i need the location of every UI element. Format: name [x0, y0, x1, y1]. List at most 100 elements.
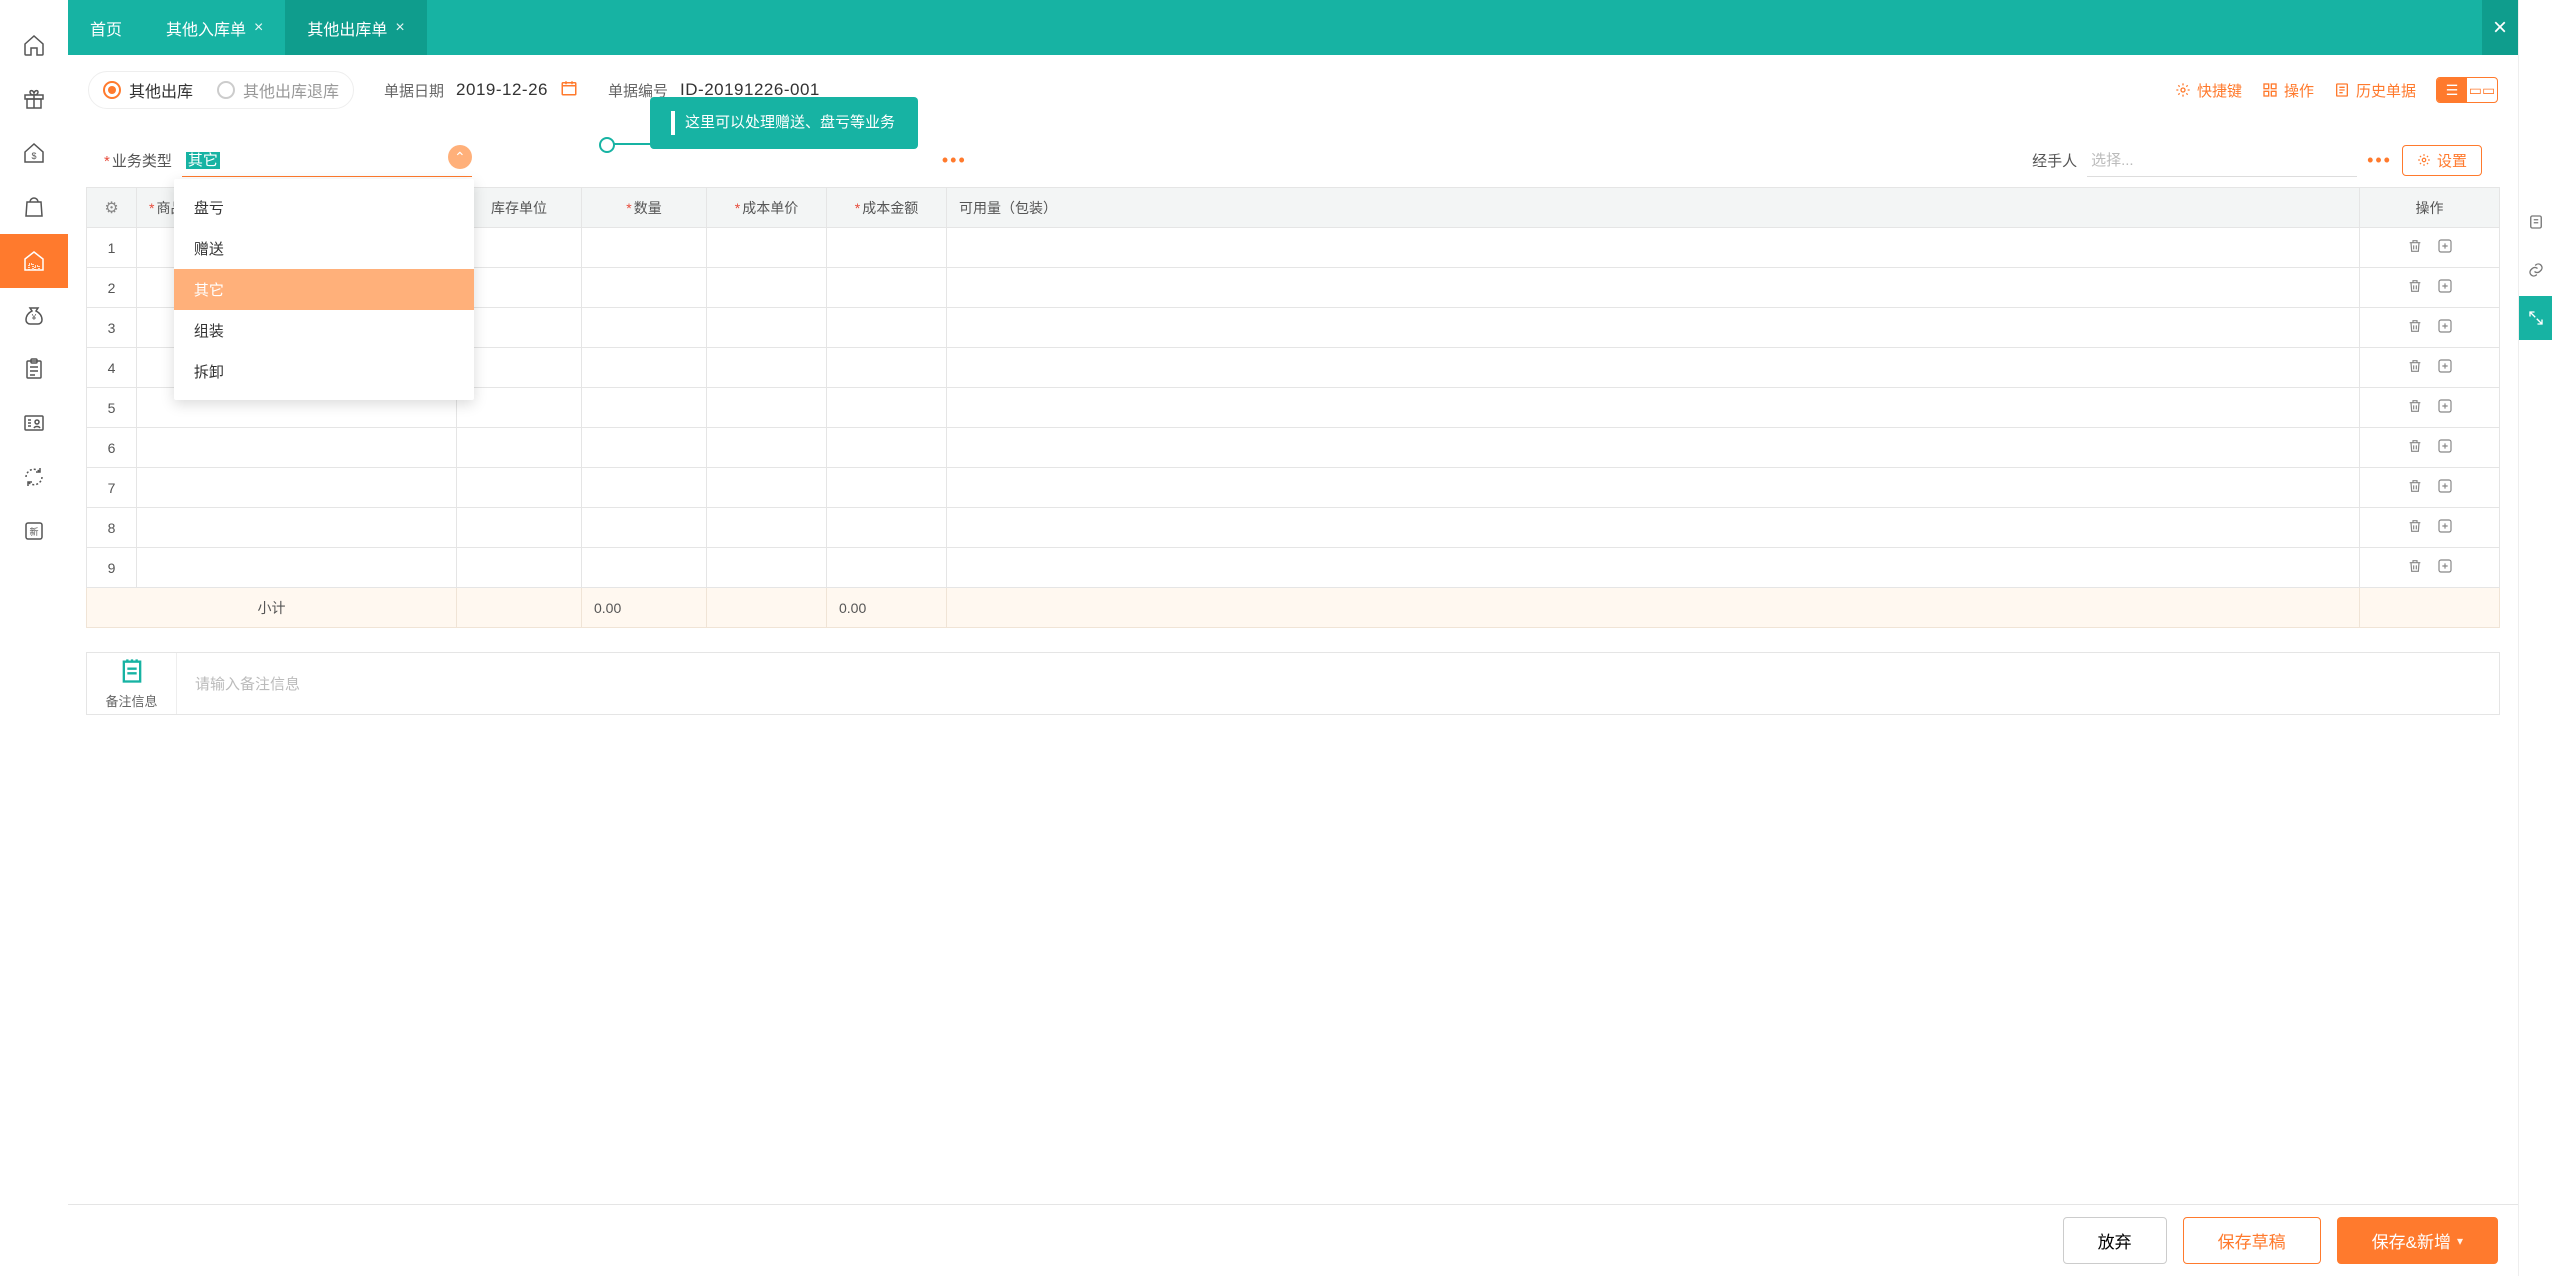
cell-unit[interactable] [457, 508, 582, 548]
save-draft-button[interactable]: 保存草稿 [2183, 1217, 2321, 1264]
nav-new-icon[interactable]: 新 [0, 504, 68, 558]
shortcut-button[interactable]: 快捷键 [2175, 80, 2242, 101]
cell-price[interactable] [707, 388, 827, 428]
table-row[interactable]: 8 [87, 508, 2500, 548]
cell-qty[interactable] [582, 388, 707, 428]
cell-product[interactable] [137, 468, 457, 508]
cell-unit[interactable] [457, 308, 582, 348]
delete-icon[interactable] [2407, 238, 2423, 257]
add-icon[interactable] [2437, 478, 2453, 497]
rail-doc-icon[interactable] [2519, 200, 2552, 244]
cell-price[interactable] [707, 468, 827, 508]
cell-qty[interactable] [582, 468, 707, 508]
cell-amount[interactable] [827, 508, 947, 548]
cell-qty[interactable] [582, 348, 707, 388]
cell-product[interactable] [137, 428, 457, 468]
cell-product[interactable] [137, 508, 457, 548]
nav-dollar-home-icon[interactable]: $ [0, 126, 68, 180]
tab-other-in[interactable]: 其他入库单× [144, 0, 285, 55]
cell-amount[interactable] [827, 348, 947, 388]
settings-button[interactable]: 设置 [2402, 145, 2482, 176]
view-list-icon[interactable]: ☰ [2437, 78, 2467, 102]
add-icon[interactable] [2437, 238, 2453, 257]
cell-unit[interactable] [457, 388, 582, 428]
col-gear[interactable]: ⚙ [87, 188, 137, 228]
operate-button[interactable]: 操作 [2262, 80, 2314, 101]
discard-button[interactable]: 放弃 [2063, 1217, 2167, 1264]
nav-clipboard-icon[interactable] [0, 342, 68, 396]
dropdown-option[interactable]: 其它 [174, 269, 474, 310]
cell-price[interactable] [707, 508, 827, 548]
dropdown-option[interactable]: 拆卸 [174, 351, 474, 392]
add-icon[interactable] [2437, 398, 2453, 417]
dropdown-option[interactable]: 盘亏 [174, 187, 474, 228]
cell-qty[interactable] [582, 508, 707, 548]
more-icon[interactable]: ••• [2367, 150, 2392, 171]
table-row[interactable]: 7 [87, 468, 2500, 508]
cell-qty[interactable] [582, 308, 707, 348]
cell-unit[interactable] [457, 228, 582, 268]
tab-other-out[interactable]: 其他出库单× [285, 0, 426, 55]
cell-unit[interactable] [457, 468, 582, 508]
save-new-button[interactable]: 保存&新增 [2337, 1217, 2498, 1264]
close-icon[interactable]: × [395, 19, 404, 37]
cell-qty[interactable] [582, 428, 707, 468]
radio-other-out-return[interactable]: 其他出库退库 [217, 78, 339, 102]
bill-date-value[interactable]: 2019-12-26 [456, 80, 548, 100]
cell-unit[interactable] [457, 348, 582, 388]
delete-icon[interactable] [2407, 518, 2423, 537]
delete-icon[interactable] [2407, 318, 2423, 337]
cell-price[interactable] [707, 548, 827, 588]
chevron-up-icon[interactable]: ⌃ [448, 145, 472, 169]
delete-icon[interactable] [2407, 358, 2423, 377]
cell-amount[interactable] [827, 428, 947, 468]
nav-contact-card-icon[interactable] [0, 396, 68, 450]
table-row[interactable]: 9 [87, 548, 2500, 588]
cell-unit[interactable] [457, 428, 582, 468]
biz-type-select[interactable]: 其它 ⌃ 盘亏 赠送 其它 组装 拆卸 [182, 143, 472, 177]
cell-price[interactable] [707, 428, 827, 468]
cell-price[interactable] [707, 228, 827, 268]
table-row[interactable]: 6 [87, 428, 2500, 468]
close-all-icon[interactable]: × [2482, 0, 2518, 55]
cell-amount[interactable] [827, 308, 947, 348]
nav-money-bag-icon[interactable]: ¥ [0, 288, 68, 342]
rail-link-icon[interactable] [2519, 248, 2552, 292]
cell-qty[interactable] [582, 228, 707, 268]
delete-icon[interactable] [2407, 558, 2423, 577]
add-icon[interactable] [2437, 278, 2453, 297]
cell-unit[interactable] [457, 548, 582, 588]
delete-icon[interactable] [2407, 438, 2423, 457]
dropdown-option[interactable]: 赠送 [174, 228, 474, 269]
handler-select[interactable]: 选择... [2087, 143, 2357, 177]
tab-home[interactable]: 首页 [68, 0, 144, 55]
add-icon[interactable] [2437, 558, 2453, 577]
view-grid-icon[interactable]: ▭▭ [2467, 78, 2497, 102]
nav-warehouse-icon[interactable] [0, 234, 68, 288]
rail-expand-icon[interactable] [2519, 296, 2552, 340]
nav-home-icon[interactable] [0, 18, 68, 72]
cell-price[interactable] [707, 308, 827, 348]
calendar-icon[interactable] [560, 79, 578, 101]
add-icon[interactable] [2437, 358, 2453, 377]
add-icon[interactable] [2437, 518, 2453, 537]
delete-icon[interactable] [2407, 478, 2423, 497]
cell-qty[interactable] [582, 268, 707, 308]
cell-amount[interactable] [827, 468, 947, 508]
cell-product[interactable] [137, 548, 457, 588]
cell-amount[interactable] [827, 268, 947, 308]
history-button[interactable]: 历史单据 [2334, 80, 2416, 101]
dropdown-option[interactable]: 组装 [174, 310, 474, 351]
add-icon[interactable] [2437, 438, 2453, 457]
nav-sync-icon[interactable] [0, 450, 68, 504]
delete-icon[interactable] [2407, 278, 2423, 297]
close-icon[interactable]: × [254, 19, 263, 37]
cell-price[interactable] [707, 348, 827, 388]
cell-amount[interactable] [827, 228, 947, 268]
cell-qty[interactable] [582, 548, 707, 588]
more-icon[interactable]: ••• [942, 150, 967, 171]
notes-textarea[interactable]: 请输入备注信息 [177, 653, 2499, 714]
cell-price[interactable] [707, 268, 827, 308]
cell-amount[interactable] [827, 548, 947, 588]
nav-gift-icon[interactable] [0, 72, 68, 126]
